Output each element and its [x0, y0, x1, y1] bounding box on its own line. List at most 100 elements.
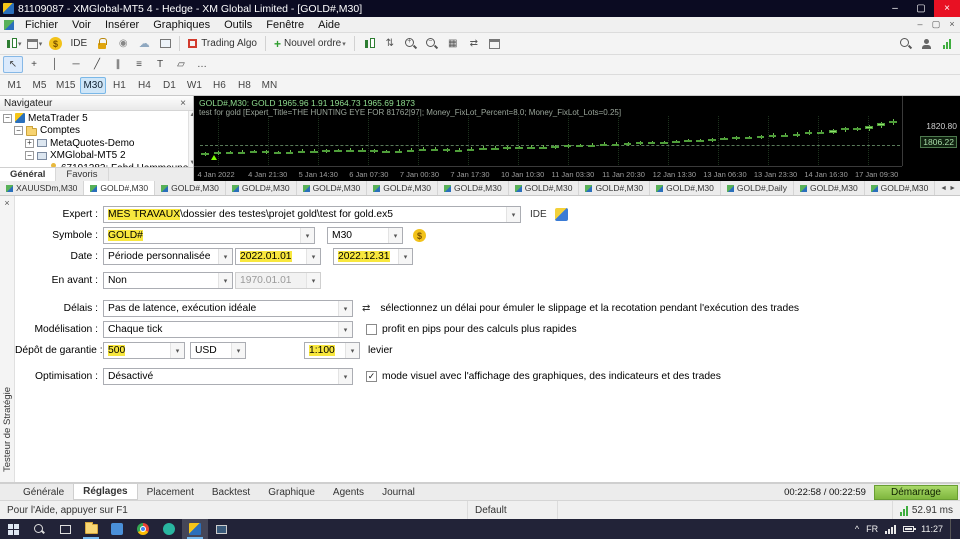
- chrome-button[interactable]: [130, 519, 156, 539]
- menu-item-Outils[interactable]: Outils: [217, 19, 259, 31]
- taskbar-app-blue[interactable]: [104, 519, 130, 539]
- profit-in-pips-checkbox[interactable]: [366, 324, 377, 335]
- show-desktop-button[interactable]: [950, 519, 954, 539]
- start-button-windows[interactable]: [0, 519, 26, 539]
- expand-icon[interactable]: +: [25, 138, 34, 148]
- start-button[interactable]: Démarrage: [873, 484, 958, 500]
- minimize-button[interactable]: –: [882, 0, 908, 17]
- autoscroll-button[interactable]: ⇅: [380, 35, 400, 53]
- menu-item-Insérer[interactable]: Insérer: [98, 19, 146, 31]
- taskbar-app-teal[interactable]: [156, 519, 182, 539]
- timeframe-H4[interactable]: H4: [133, 77, 156, 94]
- navigator-close-button[interactable]: ×: [177, 98, 189, 109]
- chart-tab[interactable]: GOLD#,M30: [579, 181, 651, 195]
- timeframe-D1[interactable]: D1: [158, 77, 181, 94]
- cursor-tool[interactable]: ↖: [3, 56, 23, 73]
- account-button[interactable]: [916, 35, 936, 53]
- chart-tab[interactable]: GOLD#,Daily: [721, 181, 794, 195]
- task-view-button[interactable]: [52, 519, 78, 539]
- chart-window[interactable]: GOLD#,M30: GOLD 1965.96 1.91 1964.73 196…: [194, 96, 960, 181]
- taskbar-search-button[interactable]: [26, 519, 52, 539]
- mdi-restore-button[interactable]: ▢: [928, 19, 944, 30]
- mt5-taskbar-button[interactable]: [182, 519, 208, 539]
- shift-chart-button[interactable]: ⇄: [464, 35, 484, 53]
- timeframe-M5[interactable]: M5: [28, 77, 51, 94]
- tester-close-button[interactable]: ×: [4, 198, 9, 208]
- tree-item[interactable]: − Comptes: [0, 125, 188, 138]
- horizontal-line-tool[interactable]: ─: [66, 56, 86, 73]
- bar-chart-mode-button[interactable]: [359, 35, 379, 53]
- fibonacci-tool[interactable]: ≡: [129, 56, 149, 73]
- more-tools-button[interactable]: …: [192, 56, 212, 73]
- symbol-properties-icon[interactable]: $: [413, 229, 426, 242]
- trading-algo-button[interactable]: Trading Algo: [184, 35, 261, 53]
- indicators-button[interactable]: [485, 35, 505, 53]
- new-order-button[interactable]: + Nouvel ordre ▾: [270, 35, 350, 53]
- zoom-in-button[interactable]: +: [401, 35, 421, 53]
- deposit-select[interactable]: 500 ▾: [103, 342, 185, 359]
- tree-item[interactable]: − XMGlobal-MT5 2: [0, 150, 188, 163]
- optimization-select[interactable]: Désactivé ▾: [103, 368, 353, 385]
- chart-tab[interactable]: GOLD#,M30: [794, 181, 865, 195]
- timeframe-M30[interactable]: M30: [80, 76, 106, 94]
- timeframe-H8[interactable]: H8: [233, 77, 256, 94]
- tester-tab-Backtest[interactable]: Backtest: [203, 484, 259, 500]
- delay-settings-button[interactable]: ⇄: [358, 301, 374, 317]
- tester-tab-Graphique[interactable]: Graphique: [259, 484, 324, 500]
- tester-tab-Agents[interactable]: Agents: [324, 484, 373, 500]
- scroll-up-icon[interactable]: ▲: [189, 112, 193, 118]
- tree-item[interactable]: − MetaTrader 5: [0, 112, 188, 125]
- collapse-icon[interactable]: −: [3, 113, 12, 123]
- chart-tab[interactable]: GOLD#,M30: [650, 181, 721, 195]
- tab-scroll-right-icon[interactable]: ►: [949, 185, 956, 192]
- language-indicator[interactable]: FR: [866, 524, 878, 534]
- date-mode-select[interactable]: Période personnalisée ▾: [103, 248, 233, 265]
- vertical-line-tool[interactable]: │: [45, 56, 65, 73]
- metaeditor-icon[interactable]: [554, 208, 568, 221]
- collapse-icon[interactable]: −: [14, 126, 23, 136]
- mdi-minimize-button[interactable]: –: [912, 19, 928, 30]
- currency-select[interactable]: USD ▾: [190, 342, 246, 359]
- close-button[interactable]: ×: [934, 0, 960, 17]
- chart-type-button[interactable]: ▾: [3, 35, 24, 53]
- search-button[interactable]: [895, 35, 915, 53]
- lock-button[interactable]: [92, 35, 112, 53]
- trendline-tool[interactable]: ╱: [87, 56, 107, 73]
- menu-item-Aide[interactable]: Aide: [311, 19, 347, 31]
- ide-button[interactable]: IDE: [526, 207, 551, 223]
- tester-tab-Placement[interactable]: Placement: [138, 484, 203, 500]
- expert-select[interactable]: MES TRAVAUX \dossier des testes\projet go…: [103, 206, 521, 223]
- chart-tab[interactable]: GOLD#,M30: [226, 181, 297, 195]
- navigator-scrollbar[interactable]: ▲ ▼: [188, 111, 193, 167]
- chart-tab[interactable]: GOLD#,M30: [509, 181, 580, 195]
- network-icon[interactable]: [885, 524, 897, 534]
- timeframe-W1[interactable]: W1: [183, 77, 206, 94]
- chart-tab[interactable]: GOLD#,M30: [155, 181, 226, 195]
- chart-tab[interactable]: GOLD#,M30: [297, 181, 368, 195]
- zoom-out-button[interactable]: −: [422, 35, 442, 53]
- shapes-tool[interactable]: ▱: [171, 56, 191, 73]
- chart-tab[interactable]: GOLD#,M30: [438, 181, 509, 195]
- market-watch-button[interactable]: [155, 35, 175, 53]
- symbol-select[interactable]: GOLD# ▾: [103, 227, 315, 244]
- timeframe-H1[interactable]: H1: [108, 77, 131, 94]
- menu-item-Graphiques[interactable]: Graphiques: [146, 19, 217, 31]
- chart-tab[interactable]: XAUUSDm,M30: [0, 181, 85, 195]
- status-profile[interactable]: Default: [468, 501, 558, 519]
- period-select[interactable]: M30 ▾: [327, 227, 403, 244]
- mdi-close-button[interactable]: ×: [944, 19, 960, 30]
- forward-select[interactable]: Non ▾: [103, 272, 233, 289]
- tree-item[interactable]: + MetaQuotes-Demo: [0, 137, 188, 150]
- chart-tab[interactable]: GOLD#,M30: [865, 181, 936, 195]
- chart-tab[interactable]: GOLD#,M30: [84, 181, 156, 195]
- battery-icon[interactable]: [903, 526, 917, 532]
- tester-tab-Journal[interactable]: Journal: [373, 484, 424, 500]
- navigator-tab-Général[interactable]: Général: [0, 168, 57, 181]
- signals-button[interactable]: ◉: [113, 35, 133, 53]
- visual-mode-checkbox[interactable]: ✓: [366, 371, 377, 382]
- collapse-icon[interactable]: −: [25, 151, 34, 161]
- timeframe-M15[interactable]: M15: [53, 77, 78, 94]
- delay-select[interactable]: Pas de latence, exécution idéale ▾: [103, 300, 353, 317]
- tile-windows-button[interactable]: ▦: [443, 35, 463, 53]
- algo-trading-button[interactable]: $: [46, 35, 66, 53]
